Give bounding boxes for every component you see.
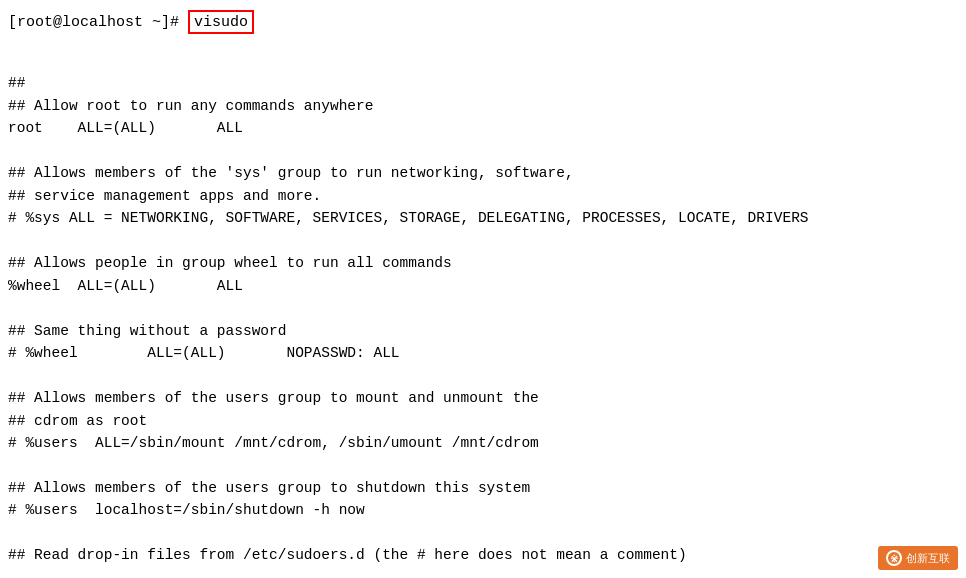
watermark-text: 创新互联 <box>906 551 950 566</box>
content-area: ## ## Allow root to run any commands any… <box>8 50 958 567</box>
watermark: ※ 创新互联 <box>878 546 958 570</box>
command-text: visudo <box>194 14 248 31</box>
command-box: visudo <box>188 10 254 34</box>
prompt-text: [root@localhost ~]# <box>8 14 188 31</box>
terminal-window: [root@localhost ~]# visudo ## ## Allow r… <box>0 0 966 578</box>
watermark-icon: ※ <box>886 550 902 566</box>
prompt-line: [root@localhost ~]# visudo <box>8 10 958 34</box>
